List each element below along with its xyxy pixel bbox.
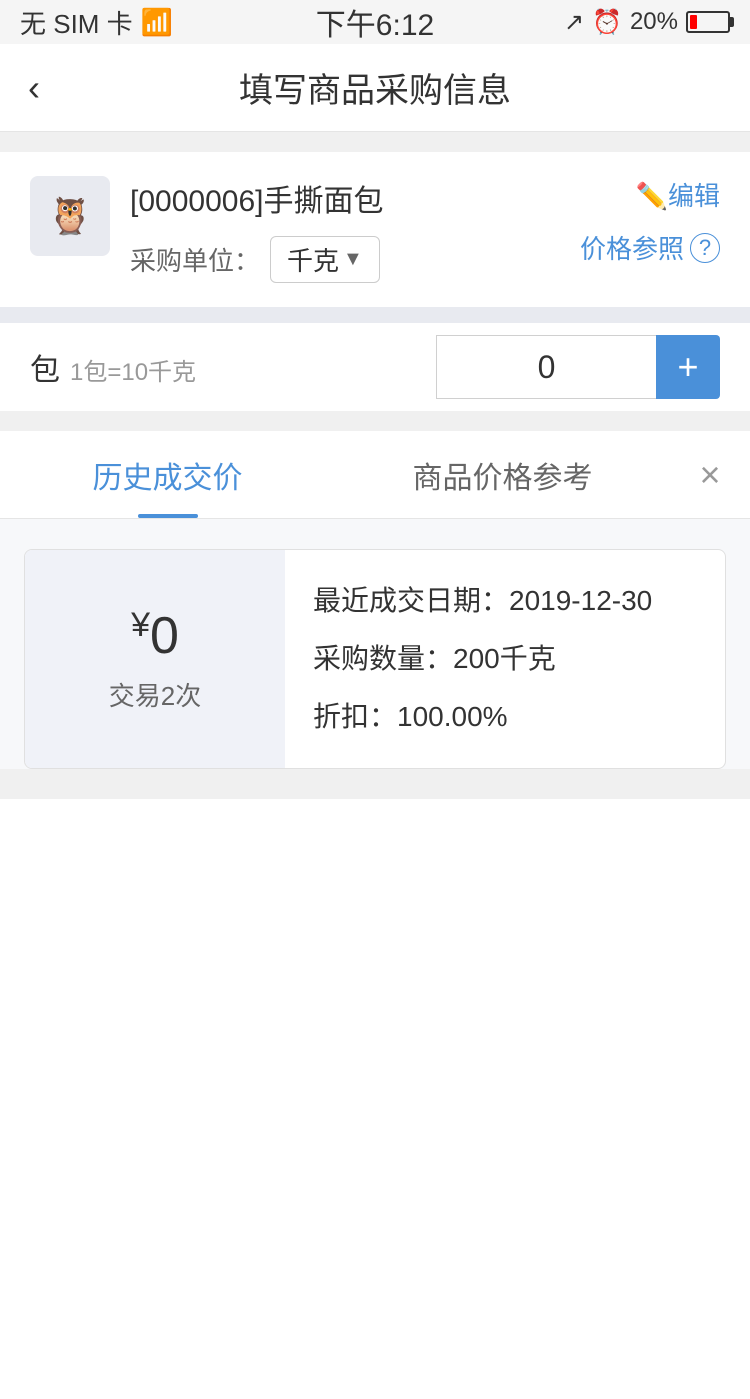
history-price: ¥0 <box>131 606 179 666</box>
quantity-plus-button[interactable]: + <box>656 335 720 399</box>
nav-title: 填写商品采购信息 <box>239 63 511 112</box>
product-name: [0000006]手撕面包 <box>130 176 383 220</box>
product-unit-row: 采购单位： 千克 ▼ <box>130 236 383 283</box>
qty-label: 采购数量： <box>313 643 453 674</box>
carrier-text: 无 SIM 卡 <box>20 4 133 41</box>
nav-bar: ‹ 填写商品采购信息 <box>0 44 750 132</box>
location-icon: ↗ <box>564 8 584 37</box>
help-icon: ? <box>690 233 720 263</box>
product-icon: 🦉 <box>30 176 110 256</box>
battery-icon <box>686 11 730 33</box>
quantity-conversion: 1包=10千克 <box>70 352 196 387</box>
history-transactions: 交易2次 <box>109 676 201 713</box>
product-left: 🦉 [0000006]手撕面包 采购单位： 千克 ▼ <box>30 176 383 283</box>
alarm-icon: ⏰ <box>592 8 622 37</box>
date-label: 最近成交日期： <box>313 585 509 616</box>
unit-label: 采购单位： <box>130 241 260 278</box>
price-value: 0 <box>150 607 179 665</box>
status-bar: 无 SIM 卡 📶 下午6:12 ↗ ⏰ 20% <box>0 0 750 44</box>
product-card: 🦉 [0000006]手撕面包 采购单位： 千克 ▼ ✏️编辑 价格参照 ? <box>0 152 750 307</box>
qty-value: 200千克 <box>453 643 556 674</box>
tab-history-price[interactable]: 历史成交价 <box>0 431 335 518</box>
product-info: [0000006]手撕面包 采购单位： 千克 ▼ <box>130 176 383 283</box>
quantity-label-group: 包 1包=10千克 <box>30 345 196 389</box>
history-left: ¥0 交易2次 <box>25 550 285 768</box>
history-right: 最近成交日期：2019-12-30 采购数量：200千克 折扣：100.00% <box>285 550 725 768</box>
bottom-content <box>0 799 750 1399</box>
quantity-row: 包 1包=10千克 + <box>0 323 750 411</box>
status-time: 下午6:12 <box>316 0 434 44</box>
back-button[interactable]: ‹ <box>28 67 40 109</box>
quantity-input-group: + <box>436 335 720 399</box>
price-symbol: ¥ <box>131 598 150 644</box>
divider <box>0 307 750 323</box>
product-logo: 🦉 <box>48 195 93 237</box>
discount-value: 100.00% <box>397 701 508 732</box>
tab-product-label: 商品价格参考 <box>413 453 593 497</box>
quantity-unit: 包 <box>30 345 60 389</box>
product-header: 🦉 [0000006]手撕面包 采购单位： 千克 ▼ ✏️编辑 价格参照 ? <box>30 176 720 283</box>
quantity-input[interactable] <box>436 335 656 399</box>
history-qty-row: 采购数量：200千克 <box>313 638 697 680</box>
battery-fill <box>690 15 697 29</box>
edit-button[interactable]: ✏️编辑 <box>636 176 720 213</box>
date-value: 2019-12-30 <box>509 585 652 616</box>
discount-label: 折扣： <box>313 701 397 732</box>
history-date-row: 最近成交日期：2019-12-30 <box>313 580 697 622</box>
tabs-header: 历史成交价 商品价格参考 × <box>0 431 750 519</box>
status-right: ↗ ⏰ 20% <box>564 8 730 37</box>
unit-value: 千克 <box>287 241 339 278</box>
tab-history-label: 历史成交价 <box>93 453 243 497</box>
price-ref-button[interactable]: 价格参照 ? <box>580 229 720 266</box>
status-left: 无 SIM 卡 📶 <box>20 4 173 41</box>
price-ref-right: ✏️编辑 价格参照 ? <box>580 176 720 266</box>
tab-close-button[interactable]: × <box>670 431 750 518</box>
dropdown-arrow-icon: ▼ <box>343 248 363 271</box>
tabs-section: 历史成交价 商品价格参考 × ¥0 交易2次 最近成交日期：2019-12-30… <box>0 431 750 769</box>
tab-product-price[interactable]: 商品价格参考 <box>335 431 670 518</box>
price-ref-label: 价格参照 <box>580 229 684 266</box>
history-card: ¥0 交易2次 最近成交日期：2019-12-30 采购数量：200千克 折扣：… <box>24 549 726 769</box>
history-discount-row: 折扣：100.00% <box>313 696 697 738</box>
wifi-icon: 📶 <box>141 7 173 38</box>
unit-select[interactable]: 千克 ▼ <box>270 236 380 283</box>
battery-percent: 20% <box>630 8 678 36</box>
